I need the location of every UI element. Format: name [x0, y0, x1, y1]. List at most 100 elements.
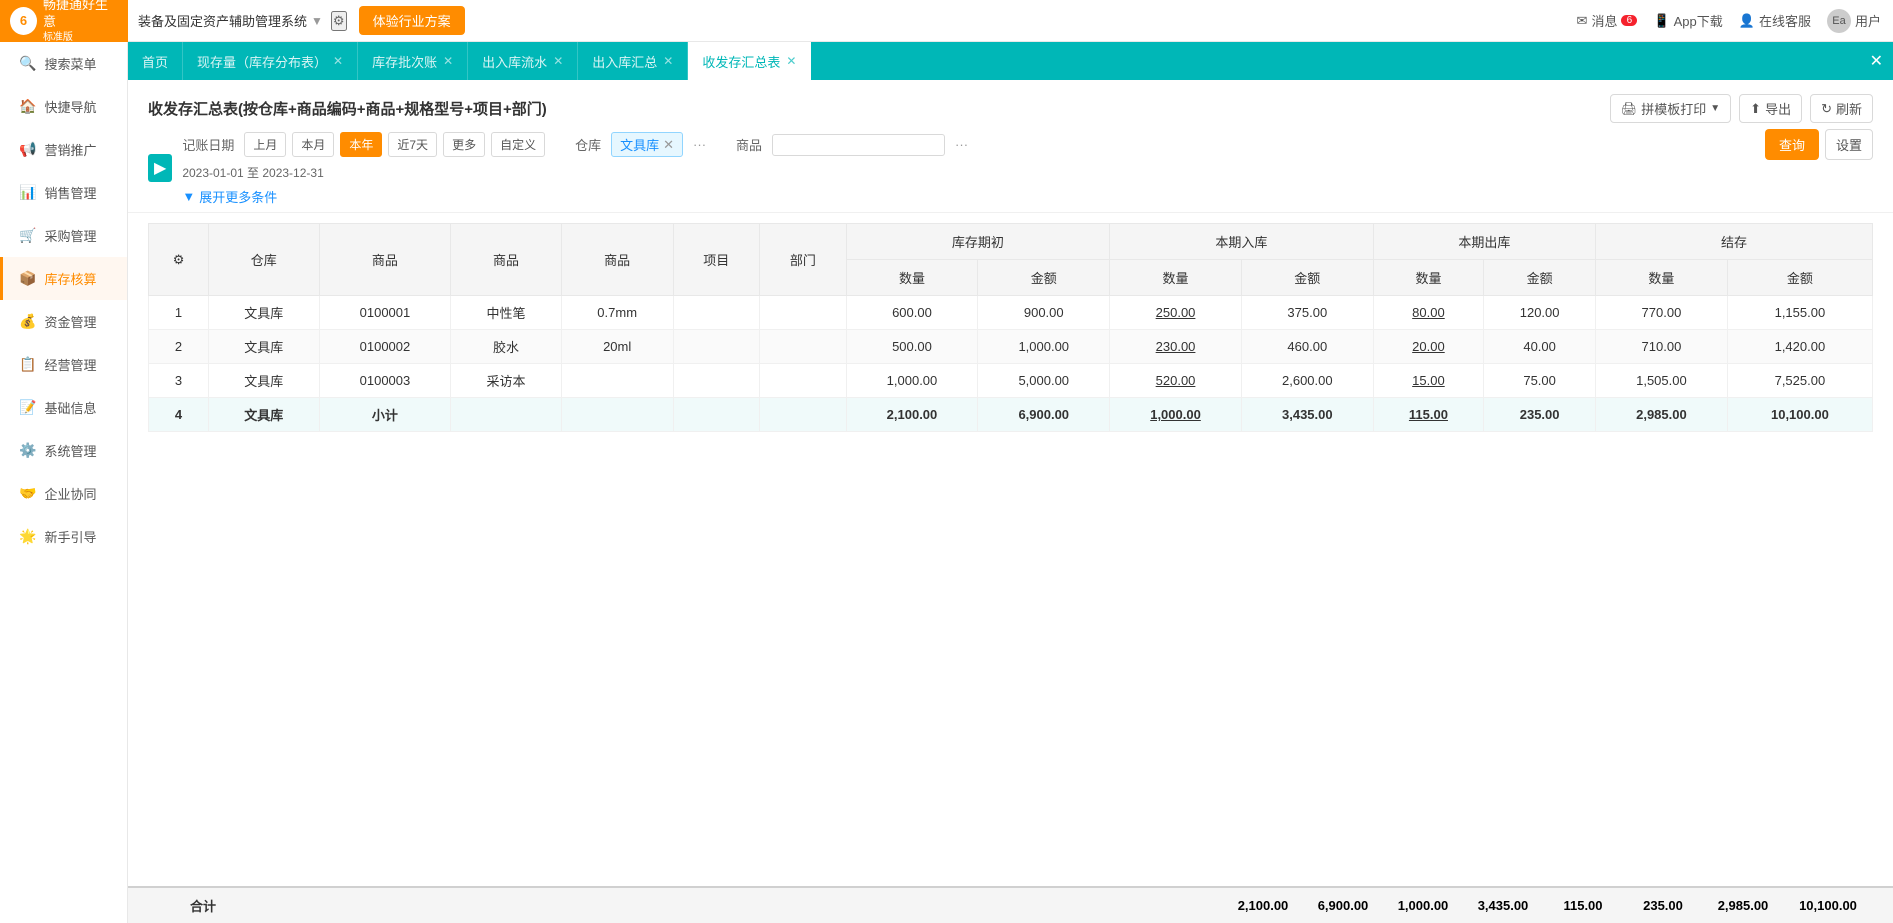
date-btn-last-month[interactable]: 上月 — [244, 132, 286, 157]
col-goods-spec: 商品 — [561, 224, 673, 296]
date-btn-this-month[interactable]: 本月 — [292, 132, 334, 157]
sidebar-item-finance[interactable]: 💰 资金管理 — [0, 300, 127, 343]
tab-close-in-out-summary[interactable]: ✕ — [663, 54, 673, 68]
cell-goods-name: 采访本 — [451, 364, 561, 398]
online-service-button[interactable]: 👤 在线客服 — [1739, 11, 1811, 30]
cell-open-amt: 5,000.00 — [978, 364, 1110, 398]
cell-warehouse: 文具库 — [209, 296, 319, 330]
user-button[interactable]: Ea 用户 — [1827, 9, 1881, 33]
sidebar-item-operations[interactable]: 📋 经营管理 — [0, 343, 127, 386]
tab-close-in-out-flow[interactable]: ✕ — [553, 54, 563, 68]
tab-home[interactable]: 首页 — [128, 42, 183, 80]
cell-in-qty[interactable]: 230.00 — [1110, 330, 1242, 364]
warehouse-more-icon[interactable]: ··· — [693, 137, 706, 152]
date-btn-this-year[interactable]: 本年 — [340, 132, 382, 157]
cell-out-qty[interactable]: 15.00 — [1373, 364, 1484, 398]
date-group: 上月 本月 本年 近7天 更多 自定义 — [244, 132, 545, 157]
goods-more-icon[interactable]: ··· — [955, 137, 968, 152]
subtotal-out-qty[interactable]: 115.00 — [1373, 398, 1484, 432]
sidebar-item-marketing[interactable]: 📢 营销推广 — [0, 128, 127, 171]
cell-out-qty[interactable]: 20.00 — [1373, 330, 1484, 364]
sidebar-item-quick-nav[interactable]: 🏠 快捷导航 — [0, 85, 127, 128]
cell-close-qty: 770.00 — [1596, 296, 1728, 330]
dropdown-arrow-icon[interactable]: ▼ — [311, 14, 323, 28]
subtotal-in-amt: 3,435.00 — [1241, 398, 1373, 432]
date-btn-more[interactable]: 更多 — [443, 132, 485, 157]
expand-more-button[interactable]: ▼ 展开更多条件 — [182, 187, 1873, 206]
total-in-qty: 1,000.00 — [1383, 898, 1463, 913]
tab-close-inventory-dist[interactable]: ✕ — [333, 54, 343, 68]
col-project: 项目 — [673, 224, 760, 296]
cell-department — [760, 296, 847, 330]
download-icon: 📱 — [1653, 13, 1669, 29]
col-opening: 库存期初 — [846, 224, 1110, 260]
col-in-qty: 数量 — [1110, 260, 1242, 296]
experience-button[interactable]: 体验行业方案 — [359, 6, 465, 35]
app-download-button[interactable]: 📱 App下载 — [1653, 11, 1722, 30]
sidebar-item-guide[interactable]: 🌟 新手引导 — [0, 515, 127, 558]
sidebar-item-sales[interactable]: 📊 销售管理 — [0, 171, 127, 214]
top-right: ✉ 消息 6 📱 App下载 👤 在线客服 Ea 用户 — [1577, 9, 1881, 33]
subtotal-in-qty[interactable]: 1,000.00 — [1110, 398, 1242, 432]
query-button[interactable]: 查询 — [1765, 129, 1819, 160]
logo-text: 畅捷通好生意 标准版 — [43, 0, 118, 44]
system-icon: ⚙️ — [19, 442, 36, 459]
cell-close-qty: 1,505.00 — [1596, 364, 1728, 398]
sidebar-item-search[interactable]: 🔍 搜索菜单 — [0, 42, 127, 85]
filter-toggle-button[interactable]: ▶ — [148, 154, 172, 182]
cell-in-qty[interactable]: 250.00 — [1110, 296, 1242, 330]
warehouse-label: 仓库 — [575, 135, 601, 154]
table-container: ⚙ 仓库 商品 商品 商品 项目 部门 库存期初 本期入库 本期出库 结存 — [128, 213, 1893, 442]
enterprise-icon: 🤝 — [19, 485, 36, 502]
page-content: 收发存汇总表(按仓库+商品编码+商品+规格型号+项目+部门) 🖨 拼模板打印 ▼… — [128, 80, 1893, 886]
warehouse-tag-remove[interactable]: ✕ — [663, 137, 674, 153]
avatar: Ea — [1827, 9, 1851, 33]
tab-in-out-flow[interactable]: 出入库流水 ✕ — [468, 42, 578, 80]
filter-settings-button[interactable]: 设置 — [1825, 129, 1873, 160]
subtotal-no: 4 — [149, 398, 209, 432]
subtotal-open-qty: 2,100.00 — [846, 398, 978, 432]
col-in: 本期入库 — [1110, 224, 1374, 260]
tab-bar-close-icon[interactable]: ✕ — [1870, 53, 1883, 70]
sidebar-item-inventory[interactable]: 📦 库存核算 — [0, 257, 127, 300]
col-settings[interactable]: ⚙ — [149, 224, 209, 296]
messages-button[interactable]: ✉ 消息 6 — [1577, 11, 1638, 30]
goods-input[interactable] — [772, 134, 945, 156]
tab-close-collect-summary[interactable]: ✕ — [786, 54, 796, 68]
col-open-amt: 金额 — [978, 260, 1110, 296]
cell-open-qty: 600.00 — [846, 296, 978, 330]
cell-in-qty[interactable]: 520.00 — [1110, 364, 1242, 398]
cell-no: 1 — [149, 296, 209, 330]
page-title: 收发存汇总表(按仓库+商品编码+商品+规格型号+项目+部门) — [148, 98, 547, 119]
gear-button[interactable]: ⚙ — [331, 11, 347, 31]
cell-close-amt: 1,155.00 — [1727, 296, 1872, 330]
print-button[interactable]: 🖨 拼模板打印 ▼ — [1610, 94, 1731, 123]
total-close-qty: 2,985.00 — [1703, 898, 1783, 913]
date-btn-7days[interactable]: 近7天 — [388, 132, 437, 157]
sidebar-item-system[interactable]: ⚙️ 系统管理 — [0, 429, 127, 472]
total-open-amt: 6,900.00 — [1303, 898, 1383, 913]
filter-content: 记账日期 上月 本月 本年 近7天 更多 自定义 仓库 文具库 ✕ — [182, 129, 1873, 206]
sidebar-item-enterprise[interactable]: 🤝 企业协同 — [0, 472, 127, 515]
sidebar-item-basic-info[interactable]: 📝 基础信息 — [0, 386, 127, 429]
cell-goods-code: 0100002 — [319, 330, 451, 364]
export-icon: ⬆ — [1750, 101, 1761, 117]
export-button[interactable]: ⬆ 导出 — [1739, 94, 1802, 123]
operations-icon: 📋 — [19, 356, 36, 373]
sidebar-item-purchase[interactable]: 🛒 采购管理 — [0, 214, 127, 257]
logo-area: 6 畅捷通好生意 标准版 — [0, 0, 128, 42]
message-icon: ✉ — [1577, 13, 1588, 29]
date-btn-custom[interactable]: 自定义 — [491, 132, 545, 157]
service-icon: 👤 — [1739, 13, 1755, 29]
tab-batch-account[interactable]: 库存批次账 ✕ — [358, 42, 468, 80]
tab-inventory-dist[interactable]: 现存量（库存分布表） ✕ — [183, 42, 358, 80]
tab-collect-summary[interactable]: 收发存汇总表 ✕ — [688, 42, 811, 80]
tab-in-out-summary[interactable]: 出入库汇总 ✕ — [578, 42, 688, 80]
tab-close-batch-account[interactable]: ✕ — [443, 54, 453, 68]
refresh-button[interactable]: ↻ 刷新 — [1810, 94, 1873, 123]
basicinfo-icon: 📝 — [19, 399, 36, 416]
expand-icon: ▼ — [182, 189, 195, 204]
guide-icon: 🌟 — [19, 528, 36, 545]
cell-out-qty[interactable]: 80.00 — [1373, 296, 1484, 330]
cell-goods-name: 胶水 — [451, 330, 561, 364]
